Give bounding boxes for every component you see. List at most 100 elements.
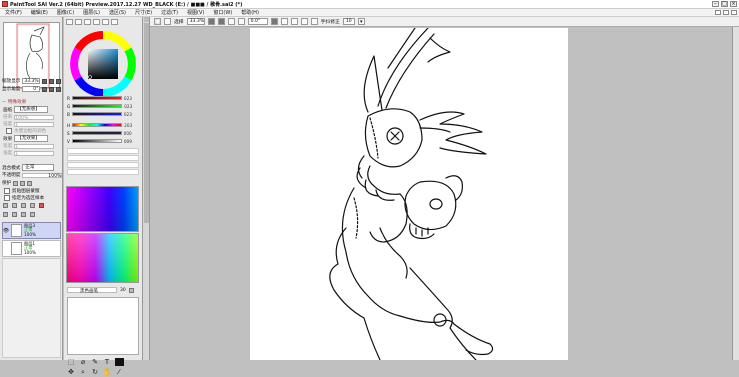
menu-size[interactable]: 尺寸(E) xyxy=(135,9,152,16)
text-tool-icon[interactable]: T xyxy=(103,358,111,366)
swatch-slot[interactable] xyxy=(67,162,139,168)
scrollbar-thumb[interactable] xyxy=(144,23,149,223)
angle-input[interactable]: 0.0° xyxy=(247,18,268,25)
color-wheel-tab[interactable] xyxy=(66,19,73,25)
menu-filter[interactable]: 过滤(T) xyxy=(161,9,178,16)
new-layer-icon[interactable] xyxy=(3,203,8,208)
brush-size-button[interactable] xyxy=(128,287,134,293)
zoom-in-icon[interactable] xyxy=(217,18,225,25)
layer-item[interactable]: 图层1 正常 100% xyxy=(2,240,61,257)
texture-dropdown[interactable]: 【无质感】 xyxy=(14,106,49,113)
rotate-left-button[interactable] xyxy=(42,86,48,92)
lock-icon[interactable] xyxy=(13,180,19,186)
move-lock-icon[interactable] xyxy=(27,180,33,186)
swatch-slot[interactable] xyxy=(67,169,139,175)
swatch-slot[interactable] xyxy=(67,148,139,154)
zoom-in-button[interactable] xyxy=(49,78,55,84)
rgb-slider-r[interactable]: R 023 xyxy=(67,95,132,101)
merge-down-icon[interactable] xyxy=(3,212,8,217)
minimize-button[interactable]: ‒ xyxy=(712,1,719,7)
effect-dropdown[interactable]: 【无效果】 xyxy=(14,135,49,142)
stabilizer-arrow-icon[interactable]: ▾ xyxy=(357,18,365,25)
rotate-tool-icon[interactable]: ↻ xyxy=(91,368,99,376)
select-source-checkbox[interactable] xyxy=(4,195,10,201)
panel-scrollbar[interactable] xyxy=(143,17,150,360)
new-folder-icon[interactable] xyxy=(21,203,26,208)
menu-edit[interactable]: 编辑(E) xyxy=(31,9,48,16)
close-button[interactable]: × xyxy=(730,1,737,7)
canvas-area[interactable] xyxy=(150,27,739,360)
deselect-icon[interactable] xyxy=(164,18,171,25)
intensity-slider[interactable]: 1 xyxy=(14,150,55,157)
layer-color-icon[interactable] xyxy=(39,203,44,208)
hsv-slider-h[interactable]: H 203 xyxy=(67,122,132,128)
transfer-down-icon[interactable] xyxy=(21,212,26,217)
magic-wand-icon[interactable]: ⌀ xyxy=(79,358,87,366)
maximize-button[interactable]: □ xyxy=(721,1,728,7)
rgb-tab[interactable] xyxy=(75,19,82,25)
tone-checkbox[interactable] xyxy=(6,128,12,134)
menu-window[interactable]: 窗口(W) xyxy=(213,9,232,16)
scroll-up-arrow[interactable] xyxy=(144,17,149,22)
effects-section-header[interactable]: − 特殊效果 xyxy=(2,99,26,106)
color-wheel[interactable] xyxy=(66,26,140,102)
menu-image[interactable]: 图像(C) xyxy=(57,9,74,16)
hsv-slider-s[interactable]: S 000 xyxy=(67,130,132,136)
visibility-eye-icon[interactable]: 👁 xyxy=(3,224,9,237)
layer-item[interactable]: 👁 图层3 正常 100% xyxy=(2,222,61,239)
lasso-tool-icon[interactable]: ⬚ xyxy=(67,358,75,366)
new-mask-icon[interactable] xyxy=(30,203,35,208)
pen-tool-icon[interactable]: ✎ xyxy=(91,358,99,366)
pen-lock-icon[interactable] xyxy=(20,180,26,186)
eyedropper-icon[interactable]: ⁄ xyxy=(115,368,123,376)
menu-view[interactable]: 视图(V) xyxy=(187,9,204,16)
zoom-field[interactable]: 33.3% xyxy=(22,78,41,84)
layer-list-empty-area[interactable] xyxy=(2,258,61,358)
rotate-cw-icon[interactable] xyxy=(280,18,288,25)
select-tool-icon[interactable]: ⬚ xyxy=(154,18,161,25)
brush-size-slider[interactable]: 黑色画笔 xyxy=(67,287,117,294)
delete-layer-icon[interactable] xyxy=(30,212,35,217)
new-linework-layer-icon[interactable] xyxy=(12,203,17,208)
zoom-tool-icon[interactable]: ⌕ xyxy=(79,368,87,376)
rgb-slider-g[interactable]: G 023 xyxy=(67,103,132,109)
menu-help[interactable]: 帮助(H) xyxy=(241,9,259,16)
zoom-fit-icon[interactable] xyxy=(227,18,235,25)
hsv-tab[interactable] xyxy=(84,19,91,25)
blend-dropdown[interactable]: 正常 xyxy=(22,164,55,171)
scratch-area[interactable] xyxy=(67,297,139,355)
menu-selection[interactable]: 选区(S) xyxy=(109,9,126,16)
color-palette-grid[interactable] xyxy=(66,186,139,232)
width-slider[interactable]: 1 xyxy=(14,143,55,150)
rotate-reset-button[interactable] xyxy=(56,86,62,92)
swatch-slot[interactable] xyxy=(67,155,139,161)
size-slider[interactable]: 1 xyxy=(14,121,55,128)
opacity-slider[interactable]: 100% xyxy=(22,172,63,179)
zoom-reset-button[interactable] xyxy=(56,78,62,84)
swatch-tab[interactable] xyxy=(102,19,109,25)
angle-field[interactable]: 0° xyxy=(22,86,41,92)
primary-color-swatch[interactable] xyxy=(115,358,124,366)
doc-minimize-icon[interactable] xyxy=(715,10,721,15)
rotate-reset-icon[interactable] xyxy=(290,18,298,25)
rotate-ccw-icon[interactable] xyxy=(270,18,278,25)
zoom-input[interactable]: 33.3% xyxy=(186,18,205,25)
stabilizer-dropdown[interactable]: 10 xyxy=(342,18,355,25)
visibility-eye-icon[interactable] xyxy=(3,242,9,255)
move-tool-icon[interactable]: ✥ xyxy=(67,368,75,376)
strength-slider[interactable]: 100% xyxy=(14,114,55,121)
hand-tool-icon[interactable]: ✋ xyxy=(103,368,112,376)
clear-layer-icon[interactable] xyxy=(12,212,17,217)
menu-file[interactable]: 文件(F) xyxy=(5,9,22,16)
scratchpad-tab[interactable] xyxy=(111,19,118,25)
doc-restore-icon[interactable] xyxy=(723,10,729,15)
canvas-scrollbar[interactable] xyxy=(732,27,739,360)
doc-close-icon[interactable] xyxy=(731,10,737,15)
clip-checkbox[interactable] xyxy=(4,188,10,194)
zoom-actual-icon[interactable] xyxy=(237,18,245,25)
mixer-tab[interactable] xyxy=(93,19,100,25)
menu-layer[interactable]: 图层(L) xyxy=(83,9,100,16)
color-palette-grid-2[interactable] xyxy=(66,233,139,283)
zoom-out-button[interactable] xyxy=(42,78,48,84)
drawing-canvas[interactable] xyxy=(250,28,568,360)
